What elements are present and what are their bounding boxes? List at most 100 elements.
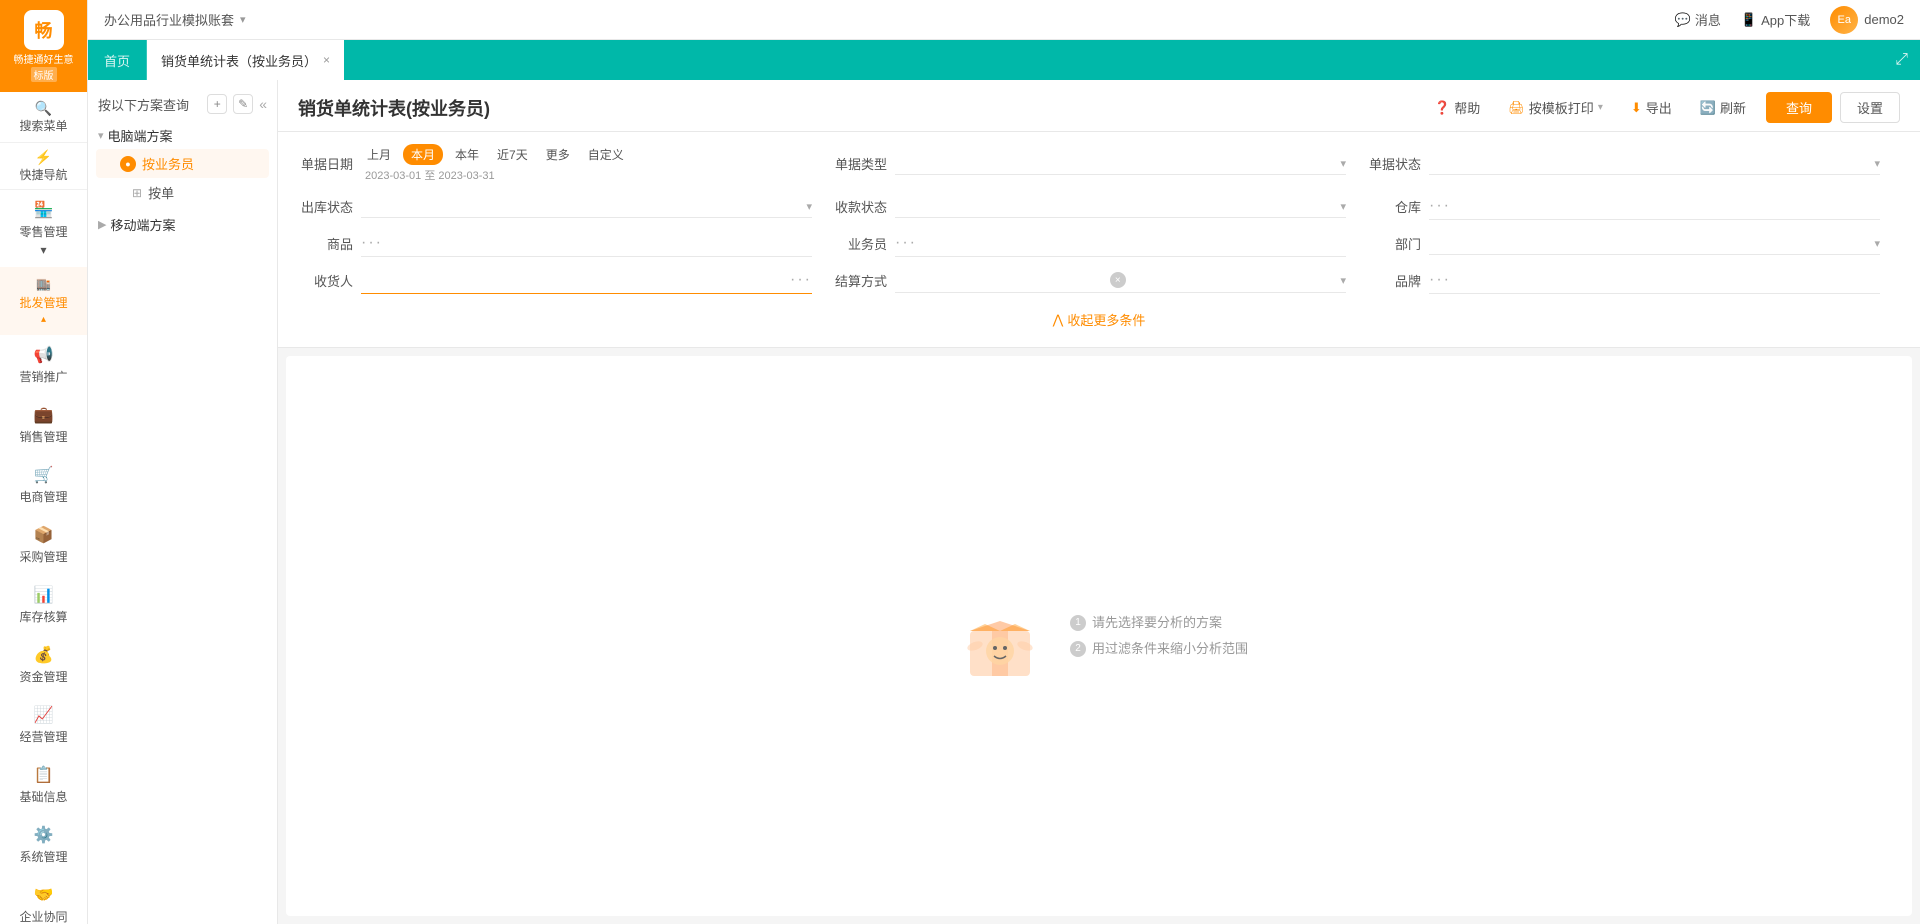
out-status-chevron: ▾ [806,200,812,213]
sidebar-shortcut[interactable]: ⚡ 快捷导航 [0,143,87,190]
help-btn[interactable]: ❓ 帮助 [1426,94,1488,121]
sidebar-item-label-operation: 经营管理 [19,728,67,745]
sidebar-inventory[interactable]: 📊 库存核算 [0,575,87,635]
collapse-up-icon: ⋀ [1053,312,1064,328]
system-icon: ⚙️ [34,825,54,845]
sidebar-marketing[interactable]: 📢 营销推广 [0,335,87,395]
print-dropdown-icon[interactable]: ▾ [1598,102,1603,113]
logo-text: 畅捷通好生意 [14,54,74,67]
date-tab-this-month[interactable]: 本月 [403,144,443,165]
mobile-group-label: 移动端方案 [110,215,175,234]
tip-text-2: 用过滤条件来缩小分析范围 [1092,636,1248,662]
sidebar-item-label-basic: 基础信息 [19,788,67,805]
collapse-filter-btn[interactable]: ⋀ 收起更多条件 [298,304,1900,335]
mobile-group-header[interactable]: ▶ 移动端方案 [88,211,277,238]
out-status-input[interactable]: ▾ [361,196,812,218]
doc-status-input[interactable]: ▾ [1429,153,1880,175]
tab-close-btn[interactable]: × [323,53,330,67]
sidebar-sales[interactable]: 💼 销售管理 [0,395,87,455]
doc-status-label: 单据状态 [1366,154,1421,173]
out-status-label: 出库状态 [298,197,353,216]
export-btn[interactable]: ⬇ 导出 [1623,94,1680,121]
salesperson-input[interactable]: ··· [895,230,1346,257]
sales-icon: 💼 [34,405,54,425]
refresh-btn[interactable]: 🔄 刷新 [1692,94,1754,121]
date-filter-container: 上月 本月 本年 近7天 更多 自定义 2023-03-01 至 2023-03… [361,144,812,183]
filter-row-4: 收货人 ··· 结算方式 × ▾ [298,267,1900,294]
sidebar-retail[interactable]: 🏪 零售管理 ▾ [0,190,87,267]
page-title-bar: 销货单统计表(按业务员) ❓ 帮助 🖨 按模板打印 ▾ ⬇ 导出 [278,80,1920,132]
consignee-input[interactable]: ··· [361,267,812,294]
scheme-salesperson-label: 按业务员 [142,154,194,173]
sidebar-item-label-wholesale: 批发管理 [19,294,67,311]
messages-btn[interactable]: 💬 消息 [1675,10,1721,29]
query-button[interactable]: 查询 [1766,92,1832,123]
doc-type-chevron: ▾ [1340,157,1346,170]
user-avatar[interactable]: Ea [1830,6,1858,34]
sidebar-item-label-ecommerce: 电商管理 [19,488,67,505]
filter-department: 部门 ▾ [1366,233,1900,255]
warehouse-input[interactable]: ··· [1429,193,1880,220]
panel-collapse-btn[interactable]: « [259,96,267,112]
tab-home[interactable]: 首页 [88,40,147,80]
coop-icon: 🤝 [34,885,54,905]
tab-expand-btn[interactable]: ⤢ [1883,40,1920,80]
settlement-input[interactable]: × ▾ [895,268,1346,293]
sidebar-operation[interactable]: 📈 经营管理 [0,695,87,755]
payment-status-input[interactable]: ▾ [895,196,1346,218]
settlement-clear-btn[interactable]: × [1110,272,1126,288]
add-scheme-btn[interactable]: + [207,94,227,114]
goods-input[interactable]: ··· [361,230,812,257]
date-tab-more[interactable]: 更多 [540,144,576,165]
sidebar-finance[interactable]: 💰 资金管理 [0,635,87,695]
filter-row-1: 单据日期 上月 本月 本年 近7天 更多 自定义 2023-03-01 至 20… [298,144,1900,183]
user-section[interactable]: Ea demo2 [1830,6,1904,34]
export-icon: ⬇ [1631,100,1642,116]
sidebar-item-label-sales: 销售管理 [19,428,67,445]
scheme-by-salesperson[interactable]: ● 按业务员 [96,149,269,178]
sidebar-system[interactable]: ⚙️ 系统管理 [0,815,87,875]
sidebar-logo[interactable]: 畅 畅捷通好生意 标版 [0,0,87,92]
sidebar-ecommerce[interactable]: 🛒 电商管理 [0,455,87,515]
ecommerce-icon: 🛒 [34,465,54,485]
sidebar-item-wholesale-group[interactable]: 🏬 批发管理 ▴ [0,267,87,335]
scheme-by-order[interactable]: ⊞ 按单 [96,178,269,207]
print-icon: 🖨 [1508,100,1525,116]
shortcut-label: 快捷导航 [0,166,87,183]
empty-content: 1 请先选择要分析的方案 2 用过滤条件来缩小分析范围 [950,586,1248,686]
warehouse-dots: ··· [1429,197,1451,215]
date-tab-last-month[interactable]: 上月 [361,144,397,165]
date-tab-7days[interactable]: 近7天 [491,144,534,165]
settlement-label: 结算方式 [832,271,887,290]
refresh-icon: 🔄 [1700,100,1716,116]
filter-doc-status: 单据状态 ▾ [1366,153,1900,175]
sidebar-wholesale[interactable]: 🏬 批发管理 ▴ [0,267,87,335]
date-tab-custom[interactable]: 自定义 [582,144,630,165]
settings-button[interactable]: 设置 [1840,92,1900,123]
home-tab-label: 首页 [104,51,130,70]
doc-type-input[interactable]: ▾ [895,153,1346,175]
topbar-left: 办公用品行业模拟账套 ▾ [104,10,246,29]
edit-scheme-btn[interactable]: ✎ [233,94,253,114]
query-actions: 查询 设置 [1766,92,1900,123]
sidebar-basic[interactable]: 📋 基础信息 [0,755,87,815]
sidebar-item-retail[interactable]: 🏪 零售管理 ▾ [0,190,87,267]
filter-salesperson: 业务员 ··· [832,230,1366,257]
sidebar-coop[interactable]: 🤝 企业协同 [0,875,87,924]
workspace-dropdown-arrow[interactable]: ▾ [240,13,246,26]
brand-input[interactable]: ··· [1429,267,1880,294]
department-input[interactable]: ▾ [1429,233,1880,255]
right-panel: 销货单统计表(按业务员) ❓ 帮助 🖨 按模板打印 ▾ ⬇ 导出 [278,80,1920,924]
app-download-label: App下载 [1761,10,1810,29]
avatar-text: Ea [1838,14,1851,26]
logo-icon: 畅 [24,10,64,50]
topbar: 办公用品行业模拟账套 ▾ 💬 消息 📱 App下载 Ea demo2 [88,0,1920,40]
app-download-btn[interactable]: 📱 App下载 [1741,10,1810,29]
sidebar-search[interactable]: 🔍 搜索菜单 [0,92,87,143]
tab-active[interactable]: 销货单统计表（按业务员） × [147,40,344,80]
sidebar-purchase[interactable]: 📦 采购管理 [0,515,87,575]
print-btn[interactable]: 🖨 按模板打印 ▾ [1500,94,1611,121]
mobile-group: ▶ 移动端方案 [88,211,277,238]
pc-group-header[interactable]: ▾ 电脑端方案 [96,122,269,149]
date-tab-this-year[interactable]: 本年 [449,144,485,165]
